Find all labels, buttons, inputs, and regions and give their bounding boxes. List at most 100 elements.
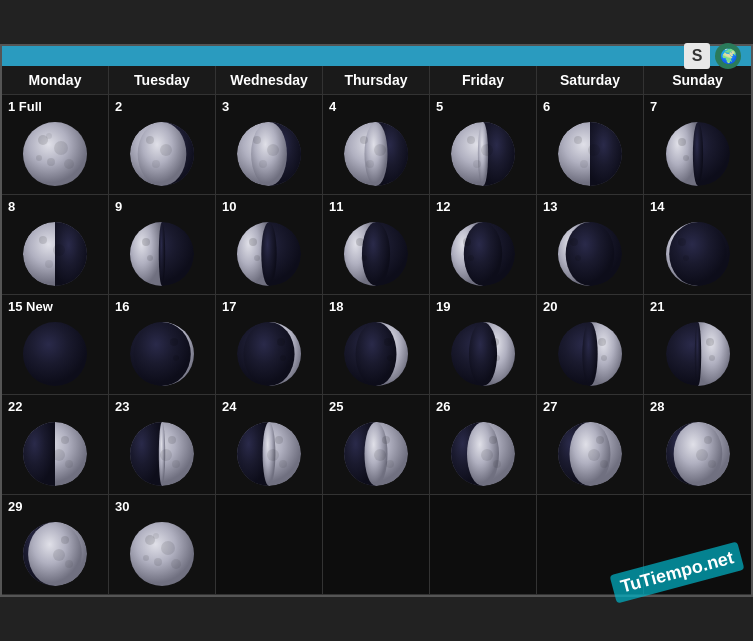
svg-point-115	[356, 322, 397, 386]
svg-point-177	[600, 460, 608, 468]
moon-phase	[340, 318, 412, 390]
day-number: 7	[648, 99, 657, 114]
svg-point-78	[356, 238, 364, 246]
calendar-cell: 20	[537, 295, 644, 395]
svg-point-5	[64, 159, 74, 169]
day-number: 25	[327, 399, 343, 414]
day-number: 17	[220, 299, 236, 314]
svg-rect-64	[128, 220, 162, 288]
svg-point-65	[159, 222, 165, 286]
moon-phase	[340, 118, 412, 190]
svg-point-161	[382, 436, 390, 444]
svg-point-109	[243, 322, 294, 386]
day-number: 26	[434, 399, 450, 414]
svg-point-191	[65, 560, 73, 568]
svg-point-134	[706, 338, 714, 346]
day-number: 18	[327, 299, 343, 314]
moon-phase	[662, 118, 734, 190]
svg-point-128	[598, 338, 606, 346]
svg-point-91	[575, 255, 581, 261]
svg-point-59	[39, 236, 47, 244]
day-number: 30	[113, 499, 129, 514]
calendar-cell: 4	[323, 95, 430, 195]
svg-point-52	[678, 138, 686, 146]
svg-point-39	[473, 160, 481, 168]
moon-phase	[19, 118, 91, 190]
days-header: Monday Tuesday Wednesday Thursday Friday…	[2, 66, 751, 95]
svg-point-66	[142, 238, 150, 246]
day-number: 9	[113, 199, 122, 214]
calendar-cell: 24	[216, 395, 323, 495]
calendar-cell: 7	[644, 95, 751, 195]
svg-point-96	[678, 238, 686, 246]
day-number: 8	[6, 199, 15, 214]
moon-phase	[19, 418, 91, 490]
svg-rect-145	[128, 420, 162, 488]
moon-phase	[340, 218, 412, 290]
svg-point-175	[596, 436, 604, 444]
moon-phase	[447, 218, 519, 290]
svg-point-127	[582, 322, 597, 386]
title-icons: S 🌍	[684, 43, 741, 69]
calendar-cell: 16	[109, 295, 216, 395]
day-saturday: Saturday	[537, 66, 644, 95]
svg-point-123	[494, 355, 500, 361]
moon-phase	[447, 418, 519, 490]
svg-point-163	[386, 460, 394, 468]
svg-point-97	[683, 255, 689, 261]
svg-point-53	[683, 155, 689, 161]
svg-point-117	[387, 355, 393, 361]
moon-phase	[126, 318, 198, 390]
svg-point-30	[374, 144, 386, 156]
svg-point-189	[61, 536, 69, 544]
calendar-cell: 19	[430, 295, 537, 395]
moon-phase	[554, 118, 626, 190]
svg-point-133	[694, 322, 700, 386]
svg-point-60	[53, 244, 65, 256]
svg-rect-132	[698, 320, 732, 388]
svg-point-111	[280, 355, 286, 361]
day-number: 27	[541, 399, 557, 414]
svg-point-90	[570, 238, 578, 246]
svg-point-23	[259, 160, 267, 168]
svg-point-4	[47, 158, 55, 166]
svg-point-129	[601, 355, 607, 361]
calendar-cell	[216, 495, 323, 595]
svg-point-176	[588, 449, 600, 461]
calendar-cell: 6	[537, 95, 644, 195]
calendar-cell	[323, 495, 430, 595]
moon-phase	[662, 318, 734, 390]
calendar-cell: 25	[323, 395, 430, 495]
calendar-cell: 11	[323, 195, 430, 295]
svg-point-61	[45, 260, 53, 268]
svg-point-141	[53, 449, 65, 461]
calendar-cell: 1 Full	[2, 95, 109, 195]
day-thursday: Thursday	[323, 66, 430, 95]
svg-point-149	[172, 460, 180, 468]
svg-point-162	[374, 449, 386, 461]
svg-point-104	[170, 338, 178, 346]
svg-point-31	[366, 160, 374, 168]
svg-point-168	[489, 436, 497, 444]
globe-icon[interactable]: 🌍	[715, 43, 741, 69]
calendar-cell	[430, 495, 537, 595]
svg-point-190	[53, 549, 65, 561]
s-icon[interactable]: S	[684, 43, 710, 69]
svg-point-147	[168, 436, 176, 444]
calendar-title: S 🌍	[2, 46, 751, 66]
svg-point-154	[275, 436, 283, 444]
day-number: 22	[6, 399, 22, 414]
day-number: 6	[541, 99, 550, 114]
day-sunday: Sunday	[644, 66, 751, 95]
svg-point-38	[481, 144, 493, 156]
svg-point-105	[173, 355, 179, 361]
day-number: 4	[327, 99, 336, 114]
svg-point-140	[61, 436, 69, 444]
svg-point-156	[279, 460, 287, 468]
svg-point-135	[709, 355, 715, 361]
calendar-cell: 10	[216, 195, 323, 295]
svg-point-83	[464, 222, 502, 286]
day-number: 24	[220, 399, 236, 414]
calendar-cell: 17	[216, 295, 323, 395]
day-number: 10	[220, 199, 236, 214]
